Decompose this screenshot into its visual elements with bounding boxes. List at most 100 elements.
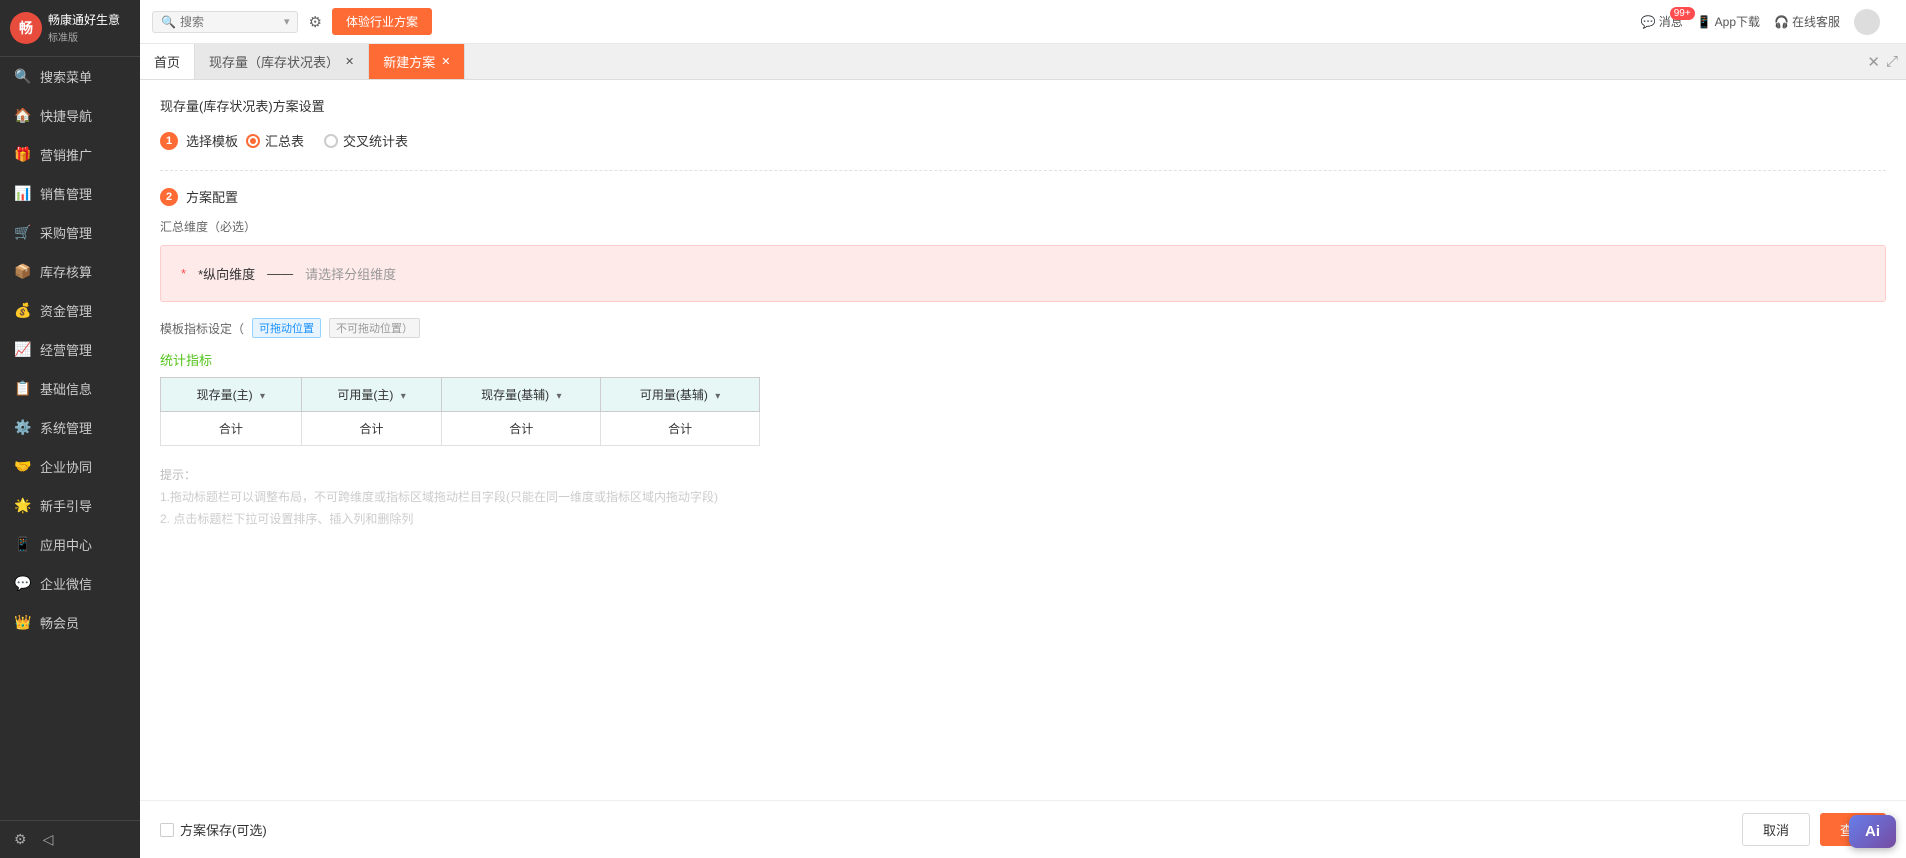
- sidebar-item-label: 企业微信: [40, 574, 92, 593]
- tips-item-0: 1.拖动标题栏可以调整布局，不可跨维度或指标区域拖动栏目字段(只能在同一维度或指…: [160, 487, 1886, 509]
- step2-header: 2 方案配置: [160, 187, 1886, 206]
- radio-cross-label: 交叉统计表: [343, 131, 408, 150]
- dimension-vertical-label: *纵向维度: [198, 264, 255, 283]
- trial-button[interactable]: 体验行业方案: [332, 8, 432, 35]
- settings-icon[interactable]: ⚙: [14, 831, 27, 848]
- search-menu-icon: 🔍: [14, 68, 32, 86]
- sidebar-item-search-menu[interactable]: 🔍 搜索菜单: [0, 57, 140, 96]
- cancel-button[interactable]: 取消: [1742, 813, 1810, 846]
- col-chevron-3[interactable]: ▾: [715, 391, 720, 402]
- sidebar: 畅 畅康通好生意 标准版 🔍 搜索菜单 🏠 快捷导航 🎁 营销推广 📊 销售管理…: [0, 0, 140, 858]
- inventory-icon: 📦: [14, 263, 32, 281]
- col-chevron-0[interactable]: ▾: [260, 391, 265, 402]
- message-icon: 💬: [1641, 15, 1656, 29]
- expand-tabs-icon[interactable]: ✕ ⤢: [1859, 53, 1906, 71]
- sidebar-item-finance[interactable]: 💰 资金管理: [0, 291, 140, 330]
- col-header-1[interactable]: 可用量(主) ▾: [301, 378, 442, 412]
- member-icon: 👑: [14, 614, 32, 632]
- sidebar-item-system[interactable]: ⚙️ 系统管理: [0, 408, 140, 447]
- non-draggable-badge: 不可拖动位置）: [329, 318, 420, 338]
- topbar-right: 💬 消息 99+ 📱 App下载 🎧 在线客服: [1641, 9, 1894, 35]
- sidebar-item-sales[interactable]: 📊 销售管理: [0, 174, 140, 213]
- col-header-0[interactable]: 现存量(主) ▾: [161, 378, 302, 412]
- purchase-icon: 🛒: [14, 224, 32, 242]
- sidebar-item-enterprise[interactable]: 🤝 企业协同: [0, 447, 140, 486]
- user-avatar[interactable]: [1854, 9, 1880, 35]
- app-edition: 标准版: [48, 29, 120, 44]
- tabbar: 首页 现存量（库存状况表） ✕ 新建方案 ✕ ✕ ⤢: [140, 44, 1906, 80]
- sidebar-bottom: ⚙ ◁: [0, 820, 140, 858]
- template-radio-group: 汇总表 交叉统计表: [246, 131, 408, 150]
- fullscreen-icon[interactable]: ⤢: [1886, 53, 1898, 70]
- quick-nav-icon: 🏠: [14, 107, 32, 125]
- search-input[interactable]: [180, 15, 280, 29]
- sidebar-item-basic-info[interactable]: 📋 基础信息: [0, 369, 140, 408]
- sound-icon[interactable]: ◁: [43, 831, 54, 848]
- sidebar-item-label: 采购管理: [40, 223, 92, 242]
- newcomer-icon: 🌟: [14, 497, 32, 515]
- online-service-button[interactable]: 🎧 在线客服: [1774, 13, 1840, 30]
- sidebar-item-label: 销售管理: [40, 184, 92, 203]
- stats-section: 统计指标 现存量(主) ▾ 可用量(主) ▾: [160, 350, 1886, 446]
- radio-cross-dot: [324, 134, 338, 148]
- gear-icon[interactable]: ⚙: [308, 13, 321, 31]
- step2-title: 方案配置: [186, 187, 238, 206]
- stats-header-row: 现存量(主) ▾ 可用量(主) ▾ 现存量(基辅) ▾: [161, 378, 760, 412]
- app-name: 畅康通好生意: [48, 12, 120, 29]
- sidebar-item-newcomer[interactable]: 🌟 新手引导: [0, 486, 140, 525]
- app-download-button[interactable]: 📱 App下载: [1697, 13, 1760, 30]
- sidebar-item-app-center[interactable]: 📱 应用中心: [0, 525, 140, 564]
- ai-float-button[interactable]: Ai: [1849, 815, 1896, 848]
- phone-icon: 📱: [1697, 15, 1712, 29]
- enterprise-icon: 🤝: [14, 458, 32, 476]
- sidebar-item-label: 新手引导: [40, 496, 92, 515]
- dimension-config-label: 汇总维度（必选）: [160, 218, 1886, 235]
- business-icon: 📈: [14, 341, 32, 359]
- sidebar-item-member[interactable]: 👑 畅会员: [0, 603, 140, 642]
- search-box[interactable]: 🔍 ▾: [152, 11, 298, 33]
- step1-section: 1 选择模板 汇总表 交叉统计表: [160, 131, 1886, 150]
- col-header-2[interactable]: 现存量(基辅) ▾: [442, 378, 601, 412]
- page-inner: 现存量(库存状况表)方案设置 1 选择模板 汇总表 交叉统计表: [140, 80, 1906, 800]
- save-checkbox-box[interactable]: [160, 823, 174, 837]
- sidebar-item-marketing[interactable]: 🎁 营销推广: [0, 135, 140, 174]
- tab-home-label: 首页: [154, 52, 180, 71]
- marketing-icon: 🎁: [14, 146, 32, 164]
- messages-button[interactable]: 💬 消息 99+: [1641, 13, 1683, 30]
- sidebar-item-business[interactable]: 📈 经营管理: [0, 330, 140, 369]
- col-chevron-1[interactable]: ▾: [401, 391, 406, 402]
- radio-summary[interactable]: 汇总表: [246, 131, 304, 150]
- dimension-row: * *纵向维度 —— 请选择分组维度: [181, 264, 1865, 283]
- tab-inventory-status[interactable]: 现存量（库存状况表） ✕: [195, 44, 369, 79]
- radio-cross[interactable]: 交叉统计表: [324, 131, 408, 150]
- close-panel-icon[interactable]: ✕: [1867, 53, 1880, 71]
- sidebar-item-quick-nav[interactable]: 🏠 快捷导航: [0, 96, 140, 135]
- sidebar-item-label: 快捷导航: [40, 106, 92, 125]
- tips-title: 提示：: [160, 466, 1886, 483]
- sidebar-item-wechat[interactable]: 💬 企业微信: [0, 564, 140, 603]
- search-icon: 🔍: [161, 15, 176, 29]
- tab-new-plan-label: 新建方案: [383, 52, 435, 71]
- main-area: 🔍 ▾ ⚙ 体验行业方案 💬 消息 99+ 📱 App下载 🎧 在线客服: [140, 0, 1906, 858]
- sidebar-item-inventory[interactable]: 📦 库存核算: [0, 252, 140, 291]
- sidebar-item-label: 基础信息: [40, 379, 92, 398]
- col-sub-1: 合计: [301, 412, 442, 446]
- tab-new-plan[interactable]: 新建方案 ✕: [369, 44, 465, 79]
- stats-data-row: 合计 合计 合计 合计: [161, 412, 760, 446]
- col-header-3[interactable]: 可用量(基辅) ▾: [601, 378, 760, 412]
- step1-header: 1 选择模板 汇总表 交叉统计表: [160, 131, 1886, 150]
- tips-item-1: 2. 点击标题栏下拉可设置排序、插入列和删除列: [160, 509, 1886, 531]
- dimension-required-marker: *: [181, 266, 186, 281]
- tab-home[interactable]: 首页: [140, 44, 195, 79]
- step2-section: 2 方案配置 汇总维度（必选） * *纵向维度 —— 请选择分组维度 模板指标设…: [160, 187, 1886, 530]
- sidebar-nav: 🔍 搜索菜单 🏠 快捷导航 🎁 营销推广 📊 销售管理 🛒 采购管理 📦 库存核…: [0, 57, 140, 820]
- save-checkbox-label: 方案保存(可选): [180, 820, 267, 839]
- save-checkbox[interactable]: 方案保存(可选): [160, 820, 267, 839]
- tab-inventory-close-icon[interactable]: ✕: [345, 55, 354, 68]
- app-logo: 畅 畅康通好生意 标准版: [0, 0, 140, 57]
- sidebar-item-purchase[interactable]: 🛒 采购管理: [0, 213, 140, 252]
- tab-new-plan-close-icon[interactable]: ✕: [441, 55, 450, 68]
- dimension-placeholder: 请选择分组维度: [305, 264, 396, 283]
- col-chevron-2[interactable]: ▾: [556, 391, 561, 402]
- search-chevron-icon[interactable]: ▾: [284, 15, 290, 28]
